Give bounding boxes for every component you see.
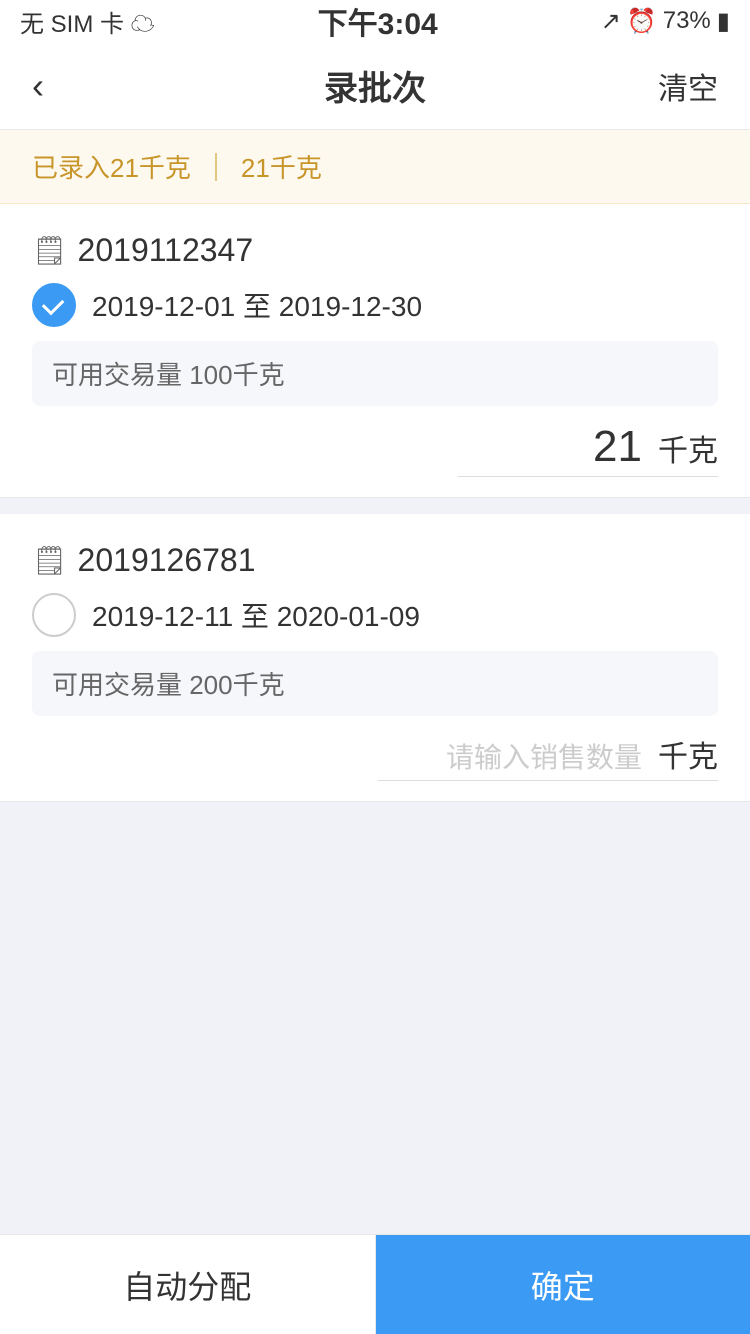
amount-value: 21千克 bbox=[241, 148, 322, 185]
auto-distribute-button[interactable]: 自动分配 bbox=[0, 1235, 376, 1334]
content-area: 已录入21千克 21千克 🗒 2019112347 2019-12-01 至 2… bbox=[0, 130, 750, 1302]
batch-header-1: 🗒 2019112347 bbox=[0, 204, 750, 277]
batch-date-2: 2019-12-11 至 2020-01-09 bbox=[92, 595, 420, 635]
bottom-bar: 自动分配 确定 bbox=[0, 1234, 750, 1334]
page-title: 录批次 bbox=[324, 61, 426, 110]
batch-card-2: 🗒 2019126781 2019-12-11 至 2020-01-09 可用交… bbox=[0, 514, 750, 802]
clear-button[interactable]: 清空 bbox=[658, 64, 718, 108]
battery-percentage: 73% bbox=[663, 7, 711, 35]
batch-date-row-1[interactable]: 2019-12-01 至 2019-12-30 bbox=[0, 277, 750, 333]
sim-status: 无 SIM 卡 ☁ bbox=[20, 4, 155, 39]
info-banner: 已录入21千克 21千克 bbox=[0, 130, 750, 204]
batch-id-1: 2019112347 bbox=[78, 232, 254, 269]
status-time: 下午3:04 bbox=[318, 0, 438, 43]
batch-icon-2: 🗒 bbox=[32, 544, 68, 577]
batch-input-value-1[interactable]: 21 bbox=[562, 422, 642, 472]
nav-bar: ‹ 录批次 清空 bbox=[0, 42, 750, 130]
banner-divider bbox=[215, 153, 217, 181]
recorded-amount-label: 已录入21千克 bbox=[32, 148, 191, 185]
batch-unit-1: 千克 bbox=[658, 426, 718, 470]
batch-header-2: 🗒 2019126781 bbox=[0, 514, 750, 587]
status-right: ↗ ⏰ 73% ▮ bbox=[601, 7, 730, 36]
radio-button-1[interactable] bbox=[32, 283, 76, 327]
status-bar: 无 SIM 卡 ☁ 下午3:04 ↗ ⏰ 73% ▮ bbox=[0, 0, 750, 42]
back-button[interactable]: ‹ bbox=[32, 65, 92, 107]
battery-icon: ▮ bbox=[717, 7, 730, 36]
status-left: 无 SIM 卡 ☁ bbox=[20, 4, 155, 39]
batch-unit-2: 千克 bbox=[658, 732, 718, 776]
alarm-icon: ⏰ bbox=[627, 7, 657, 36]
batch-icon-1: 🗒 bbox=[32, 234, 68, 267]
batch-date-1: 2019-12-01 至 2019-12-30 bbox=[92, 285, 422, 325]
batch-card-1: 🗒 2019112347 2019-12-01 至 2019-12-30 可用交… bbox=[0, 204, 750, 498]
batch-quota-2: 可用交易量 200千克 bbox=[32, 651, 718, 716]
batch-input-placeholder-2[interactable]: 请输入销售数量 bbox=[442, 736, 642, 776]
batch-date-row-2[interactable]: 2019-12-11 至 2020-01-09 bbox=[0, 587, 750, 643]
confirm-button[interactable]: 确定 bbox=[376, 1235, 750, 1334]
radio-button-2[interactable] bbox=[32, 593, 76, 637]
location-icon: ↗ bbox=[601, 7, 621, 36]
separator-1 bbox=[0, 498, 750, 514]
batch-quota-1: 可用交易量 100千克 bbox=[32, 341, 718, 406]
bottom-spacer bbox=[0, 802, 750, 1202]
batch-id-2: 2019126781 bbox=[78, 542, 256, 579]
